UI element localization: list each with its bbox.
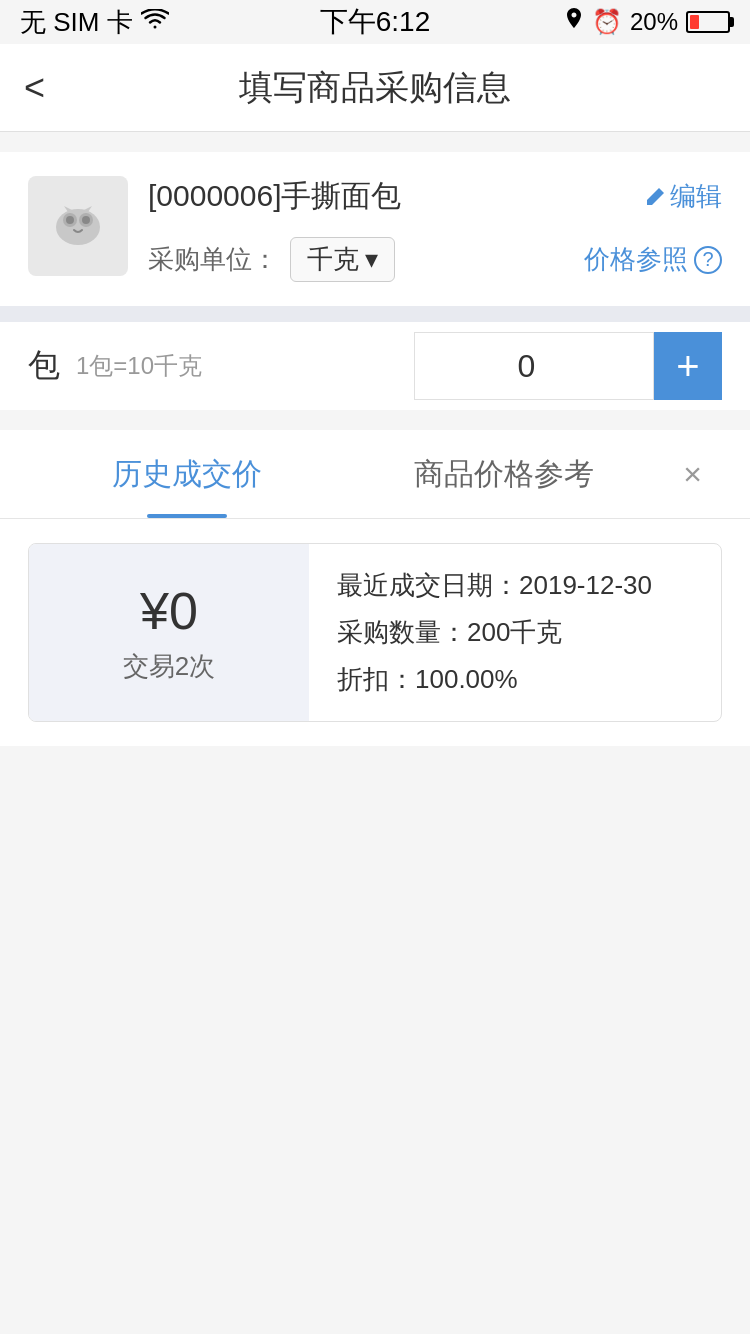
quantity-label: 包 1包=10千克 <box>28 344 202 388</box>
location-icon <box>564 8 584 36</box>
status-right: ⏰ 20% <box>564 8 730 36</box>
status-time: 下午6:12 <box>320 3 431 41</box>
card-date-row: 最近成交日期：2019-12-30 <box>337 568 693 603</box>
quantity-input[interactable] <box>414 332 654 400</box>
tabs-section: 历史成交价 商品价格参考 × ¥0 交易2次 最近成交日期：2019-12-30… <box>0 430 750 746</box>
card-discount-value: 100.00% <box>415 664 518 694</box>
section-divider <box>0 306 750 322</box>
price-ref-label: 价格参照 <box>584 242 688 277</box>
card-qty-row: 采购数量：200千克 <box>337 615 693 650</box>
wifi-icon <box>141 7 169 38</box>
tab-active-indicator <box>147 514 227 518</box>
product-thumb-icon <box>48 192 108 261</box>
card-qty-label: 采购数量： <box>337 617 467 647</box>
chevron-down-icon: ▾ <box>365 244 378 275</box>
alarm-icon: ⏰ <box>592 8 622 36</box>
card-area: ¥0 交易2次 最近成交日期：2019-12-30 采购数量：200千克 折扣：… <box>0 519 750 746</box>
bottom-space <box>0 746 750 1334</box>
tab-history-price[interactable]: 历史成交价 <box>28 430 346 518</box>
price-card: ¥0 交易2次 最近成交日期：2019-12-30 采购数量：200千克 折扣：… <box>28 543 722 722</box>
price-ref-info-icon: ? <box>694 246 722 274</box>
card-right: 最近成交日期：2019-12-30 采购数量：200千克 折扣：100.00% <box>309 544 721 721</box>
purchase-unit-row: 采购单位： 千克 ▾ 价格参照 ? <box>148 237 722 282</box>
card-date-label: 最近成交日期： <box>337 570 519 600</box>
svg-point-0 <box>56 209 100 245</box>
page-title: 填写商品采购信息 <box>239 65 511 111</box>
product-info: [0000006]手撕面包 编辑 采购单位： 千克 ▾ 价格参照 ? <box>148 176 722 282</box>
price-ref-button[interactable]: 价格参照 ? <box>584 242 722 277</box>
battery-icon <box>686 11 730 33</box>
product-name-row: [0000006]手撕面包 编辑 <box>148 176 722 217</box>
back-button[interactable]: < <box>24 67 45 109</box>
tabs-close-button[interactable]: × <box>663 430 722 518</box>
card-price: ¥0 <box>140 581 198 641</box>
purchase-unit-left: 采购单位： 千克 ▾ <box>148 237 395 282</box>
unit-value: 千克 <box>307 242 359 277</box>
card-discount-row: 折扣：100.00% <box>337 662 693 697</box>
card-discount-label: 折扣： <box>337 664 415 694</box>
product-row: [0000006]手撕面包 编辑 采购单位： 千克 ▾ 价格参照 ? <box>28 176 722 282</box>
quantity-input-area: + <box>414 332 722 400</box>
carrier-label: 无 SIM 卡 <box>20 5 133 40</box>
tabs-header: 历史成交价 商品价格参考 × <box>0 430 750 519</box>
status-left: 无 SIM 卡 <box>20 5 169 40</box>
battery-fill <box>690 15 699 29</box>
product-section: [0000006]手撕面包 编辑 采购单位： 千克 ▾ 价格参照 ? <box>0 152 750 306</box>
battery-percent: 20% <box>630 8 678 36</box>
product-name: [0000006]手撕面包 <box>148 176 401 217</box>
page-header: < 填写商品采购信息 <box>0 44 750 132</box>
tab-market-price[interactable]: 商品价格参考 <box>346 430 664 518</box>
quantity-plus-button[interactable]: + <box>654 332 722 400</box>
card-trades: 交易2次 <box>123 649 215 684</box>
svg-point-3 <box>66 216 74 224</box>
card-date-value: 2019-12-30 <box>519 570 652 600</box>
purchase-unit-label: 采购单位： <box>148 242 278 277</box>
quantity-row: 包 1包=10千克 + <box>0 322 750 410</box>
product-thumbnail <box>28 176 128 276</box>
status-bar: 无 SIM 卡 下午6:12 ⏰ 20% <box>0 0 750 44</box>
quantity-unit-desc: 1包=10千克 <box>76 350 202 382</box>
card-qty-value: 200千克 <box>467 617 562 647</box>
quantity-unit-label: 包 <box>28 344 60 388</box>
svg-point-4 <box>82 216 90 224</box>
unit-dropdown[interactable]: 千克 ▾ <box>290 237 395 282</box>
edit-button[interactable]: 编辑 <box>644 179 722 214</box>
card-left: ¥0 交易2次 <box>29 544 309 721</box>
